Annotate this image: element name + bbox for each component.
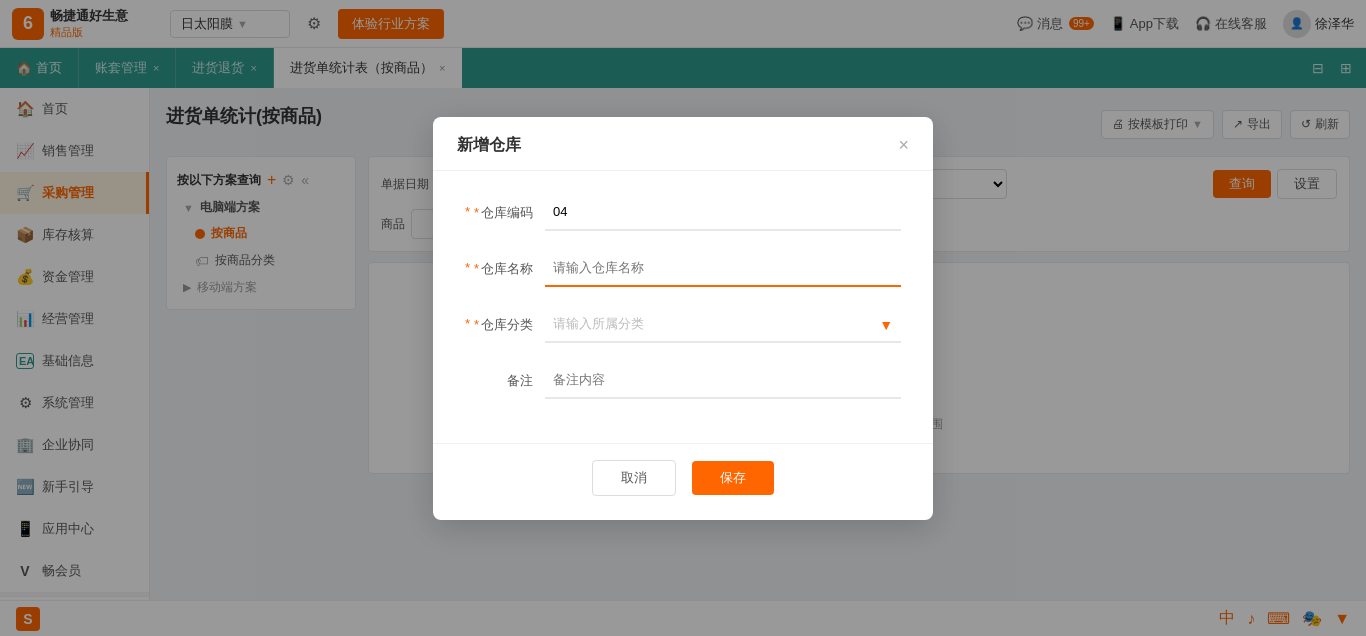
cancel-button[interactable]: 取消 [592, 460, 676, 496]
new-warehouse-modal: 新增仓库 × *仓库编码 *仓库名称 *仓库分类 [433, 117, 933, 520]
warehouse-category-select[interactable]: 请输入所属分类 [545, 307, 901, 343]
warehouse-category-row: *仓库分类 请输入所属分类 ▼ [465, 307, 901, 343]
warehouse-name-row: *仓库名称 [465, 251, 901, 287]
warehouse-name-label: *仓库名称 [465, 260, 545, 278]
warehouse-name-input[interactable] [545, 251, 901, 287]
modal-title: 新增仓库 [457, 135, 521, 156]
modal-footer: 取消 保存 [433, 443, 933, 520]
modal-body: *仓库编码 *仓库名称 *仓库分类 请输入所属分类 [433, 171, 933, 443]
modal-close-button[interactable]: × [898, 136, 909, 154]
warehouse-category-label: *仓库分类 [465, 316, 545, 334]
warehouse-remark-row: 备注 [465, 363, 901, 399]
warehouse-category-select-wrap: 请输入所属分类 ▼ [545, 307, 901, 343]
warehouse-code-row: *仓库编码 [465, 195, 901, 231]
modal-overlay: 新增仓库 × *仓库编码 *仓库名称 *仓库分类 [0, 0, 1366, 636]
warehouse-code-label: *仓库编码 [465, 204, 545, 222]
warehouse-code-input[interactable] [545, 195, 901, 231]
modal-header: 新增仓库 × [433, 117, 933, 171]
warehouse-remark-input[interactable] [545, 363, 901, 399]
save-button[interactable]: 保存 [692, 461, 774, 495]
warehouse-remark-label: 备注 [465, 372, 545, 390]
